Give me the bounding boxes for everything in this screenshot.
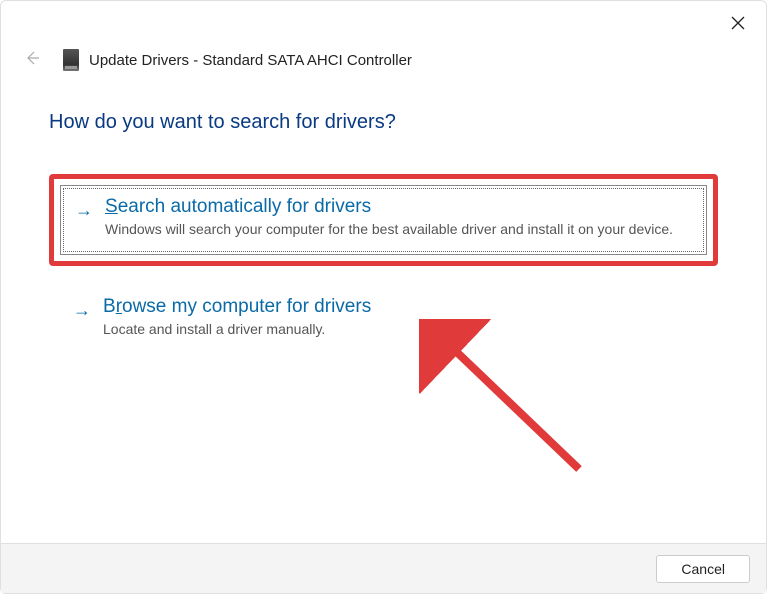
option-description: Windows will search your computer for th… xyxy=(105,220,692,240)
option-search-automatically[interactable]: → Search automatically for drivers Windo… xyxy=(60,185,707,255)
option-text-group: Search automatically for drivers Windows… xyxy=(105,196,692,240)
arrow-right-icon: → xyxy=(75,200,93,240)
arrow-left-icon xyxy=(24,50,40,71)
close-icon xyxy=(731,16,745,35)
option-description: Locate and install a driver manually. xyxy=(103,320,704,340)
dialog-footer: Cancel xyxy=(1,543,766,593)
option-text-group: Browse my computer for drivers Locate an… xyxy=(103,296,704,340)
dialog-title: Update Drivers - Standard SATA AHCI Cont… xyxy=(89,52,412,69)
cancel-button[interactable]: Cancel xyxy=(656,555,750,583)
highlight-annotation: → Search automatically for drivers Windo… xyxy=(49,174,718,266)
search-prompt: How do you want to search for drivers? xyxy=(49,111,718,134)
update-drivers-dialog: Update Drivers - Standard SATA AHCI Cont… xyxy=(0,0,767,594)
device-icon xyxy=(63,49,79,71)
back-button[interactable] xyxy=(23,51,41,69)
option-title: Search automatically for drivers xyxy=(105,196,692,218)
arrow-right-icon: → xyxy=(73,300,91,340)
dialog-content: How do you want to search for drivers? →… xyxy=(1,79,766,373)
option-title: Browse my computer for drivers xyxy=(103,296,704,318)
close-button[interactable] xyxy=(728,15,748,35)
option-browse-computer[interactable]: → Browse my computer for drivers Locate … xyxy=(49,286,718,354)
dialog-header: Update Drivers - Standard SATA AHCI Cont… xyxy=(1,1,766,79)
